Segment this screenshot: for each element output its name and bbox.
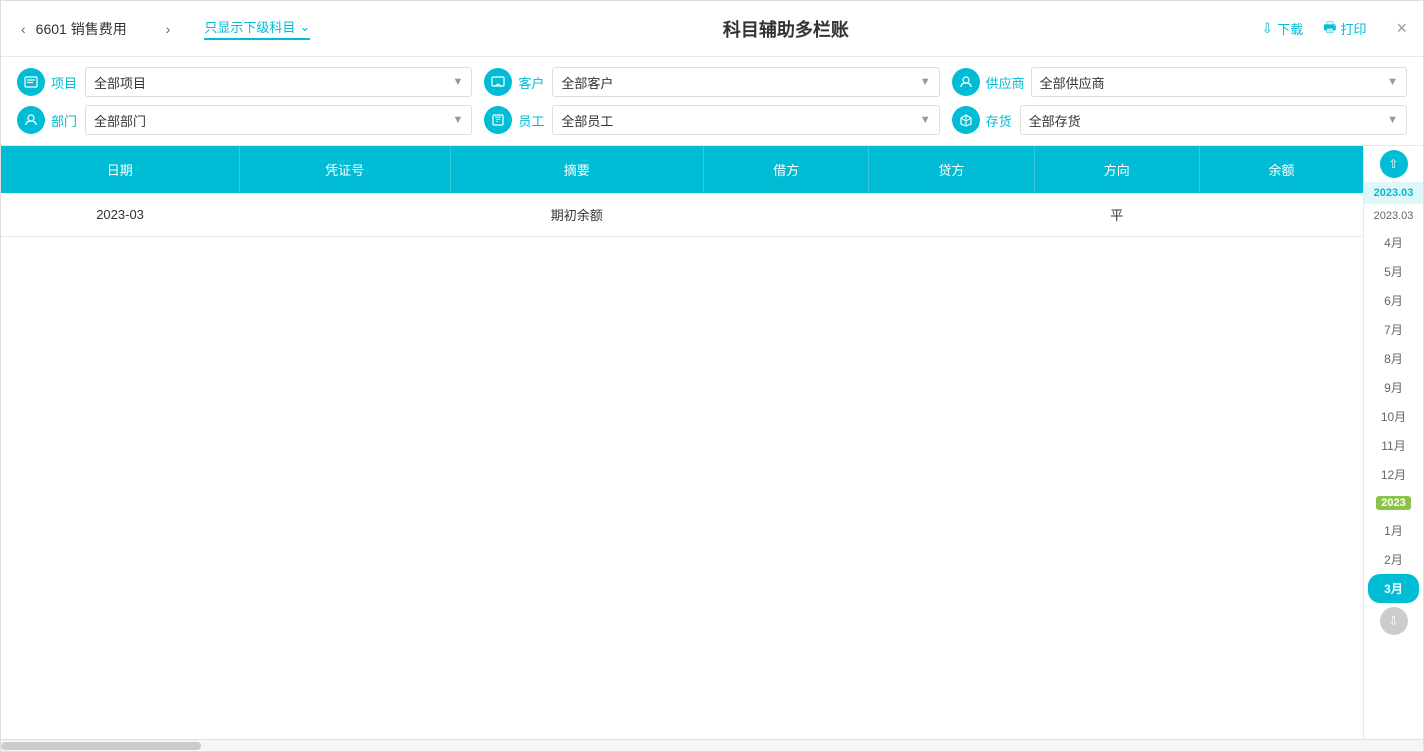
department-icon (17, 106, 45, 134)
supplier-select-arrow-icon: ▼ (1387, 76, 1398, 88)
employee-icon (484, 106, 512, 134)
filter-row-1: 项目 全部项目 ▼ 客户 全部客户 ▼ (17, 67, 1407, 97)
panel-scroll-down-button[interactable]: ⇩ (1380, 607, 1408, 635)
month-item-11[interactable]: 11月 (1364, 431, 1423, 460)
account-nav: ‹ 6601 销售费用 › (17, 19, 174, 39)
col-credit: 贷方 (869, 146, 1034, 193)
nav-next-button[interactable]: › (162, 19, 175, 39)
month-item-4[interactable]: 4月 (1364, 228, 1423, 257)
month-item-6[interactable]: 6月 (1364, 286, 1423, 315)
col-direction: 方向 (1034, 146, 1199, 193)
col-summary: 摘要 (450, 146, 703, 193)
month-item-1[interactable]: 1月 (1364, 516, 1423, 545)
print-label: 打印 (1340, 19, 1366, 38)
col-balance: 余额 (1199, 146, 1363, 193)
project-select-value: 全部项目 (94, 73, 452, 92)
title-bar: ‹ 6601 销售费用 › 只显示下级科目 ⌄ 科目辅助多栏账 ⇩ 下载 🖶 打… (1, 1, 1423, 57)
supplier-label: 供应商 (986, 73, 1025, 92)
month-item-5[interactable]: 5月 (1364, 257, 1423, 286)
cell-debit (703, 193, 868, 237)
col-debit: 借方 (703, 146, 868, 193)
month-item-3-active[interactable]: 3月 (1368, 574, 1419, 603)
show-sub-arrow-icon: ⌄ (299, 19, 310, 35)
cell-voucher (239, 193, 450, 237)
month-item-10[interactable]: 10月 (1364, 402, 1423, 431)
inventory-label: 存货 (986, 111, 1014, 130)
filter-employee: 员工 全部员工 ▼ (484, 105, 939, 135)
nav-prev-button[interactable]: ‹ (17, 19, 30, 39)
col-date: 日期 (1, 146, 239, 193)
print-button[interactable]: 🖶 打印 (1323, 17, 1366, 41)
download-label: 下载 (1277, 19, 1303, 38)
customer-select-arrow-icon: ▼ (920, 76, 931, 88)
month-item-9[interactable]: 9月 (1364, 373, 1423, 402)
department-label: 部门 (51, 111, 79, 130)
page-title: 科目辅助多栏账 (310, 16, 1261, 42)
supplier-select-value: 全部供应商 (1040, 73, 1387, 92)
month-item-2023-03-second[interactable]: 2023.03 (1364, 204, 1423, 228)
customer-select-value: 全部客户 (561, 73, 919, 92)
cell-direction: 平 (1034, 193, 1199, 237)
employee-select[interactable]: 全部员工 ▼ (552, 105, 939, 135)
scrollbar-thumb[interactable] (1, 742, 201, 750)
customer-label: 客户 (518, 73, 546, 92)
main-window: ‹ 6601 销售费用 › 只显示下级科目 ⌄ 科目辅助多栏账 ⇩ 下载 🖶 打… (0, 0, 1424, 752)
project-label: 项目 (51, 73, 79, 92)
right-panel: ⇧ 2023.03 2023.03 4月 5月 6月 7月 8月 (1363, 146, 1423, 739)
show-sub-label: 只显示下级科目 (204, 17, 295, 36)
panel-scroll-up-button[interactable]: ⇧ (1380, 150, 1408, 178)
year-label: 2023 (1376, 496, 1410, 510)
data-table: 日期 凭证号 摘要 借方 贷方 方向 余额 2023-03 期初余额 (1, 146, 1363, 237)
employee-select-arrow-icon: ▼ (920, 114, 931, 126)
inventory-select[interactable]: 全部存货 ▼ (1020, 105, 1407, 135)
download-button[interactable]: ⇩ 下载 (1262, 19, 1304, 38)
filter-department: 部门 全部部门 ▼ (17, 105, 472, 135)
show-sub-button[interactable]: 只显示下级科目 ⌄ (204, 17, 310, 40)
table-header-row: 日期 凭证号 摘要 借方 贷方 方向 余额 (1, 146, 1363, 193)
department-select[interactable]: 全部部门 ▼ (85, 105, 472, 135)
cell-date: 2023-03 (1, 193, 239, 237)
close-button[interactable]: × (1396, 18, 1407, 39)
filter-project: 项目 全部项目 ▼ (17, 67, 472, 97)
filter-row-2: 部门 全部部门 ▼ 员工 全部员工 ▼ (17, 105, 1407, 135)
inventory-icon (952, 106, 980, 134)
filter-inventory: 存货 全部存货 ▼ (952, 105, 1407, 135)
inventory-select-arrow-icon: ▼ (1387, 114, 1398, 126)
print-icon: 🖶 (1323, 17, 1336, 41)
month-item-8[interactable]: 8月 (1364, 344, 1423, 373)
project-select-arrow-icon: ▼ (452, 76, 463, 88)
table-area[interactable]: 日期 凭证号 摘要 借方 贷方 方向 余额 2023-03 期初余额 (1, 146, 1363, 739)
department-select-value: 全部部门 (94, 111, 452, 130)
customer-select[interactable]: 全部客户 ▼ (552, 67, 939, 97)
month-item-12[interactable]: 12月 (1364, 460, 1423, 489)
cell-summary: 期初余额 (450, 193, 703, 237)
project-icon (17, 68, 45, 96)
month-item-2[interactable]: 2月 (1364, 545, 1423, 574)
toolbar-right: ⇩ 下载 🖶 打印 × (1262, 17, 1408, 41)
supplier-select[interactable]: 全部供应商 ▼ (1031, 67, 1407, 97)
department-select-arrow-icon: ▼ (452, 114, 463, 126)
employee-label: 员工 (518, 111, 546, 130)
year-badge: 2023 (1364, 489, 1423, 516)
table-row[interactable]: 2023-03 期初余额 平 (1, 193, 1363, 237)
inventory-select-value: 全部存货 (1029, 111, 1387, 130)
project-select[interactable]: 全部项目 ▼ (85, 67, 472, 97)
filter-customer: 客户 全部客户 ▼ (484, 67, 939, 97)
month-item-7[interactable]: 7月 (1364, 315, 1423, 344)
customer-icon (484, 68, 512, 96)
cell-credit (869, 193, 1034, 237)
cell-balance (1199, 193, 1363, 237)
col-voucher: 凭证号 (239, 146, 450, 193)
account-code-label: 6601 销售费用 (36, 19, 156, 39)
main-content: 日期 凭证号 摘要 借方 贷方 方向 余额 2023-03 期初余额 (1, 146, 1423, 739)
supplier-icon (952, 68, 980, 96)
horizontal-scrollbar[interactable] (1, 739, 1423, 751)
filter-supplier: 供应商 全部供应商 ▼ (952, 67, 1407, 97)
selected-period-top[interactable]: 2023.03 (1364, 182, 1423, 204)
filter-bar: 项目 全部项目 ▼ 客户 全部客户 ▼ (1, 57, 1423, 146)
download-icon: ⇩ (1262, 20, 1274, 37)
employee-select-value: 全部员工 (561, 111, 919, 130)
